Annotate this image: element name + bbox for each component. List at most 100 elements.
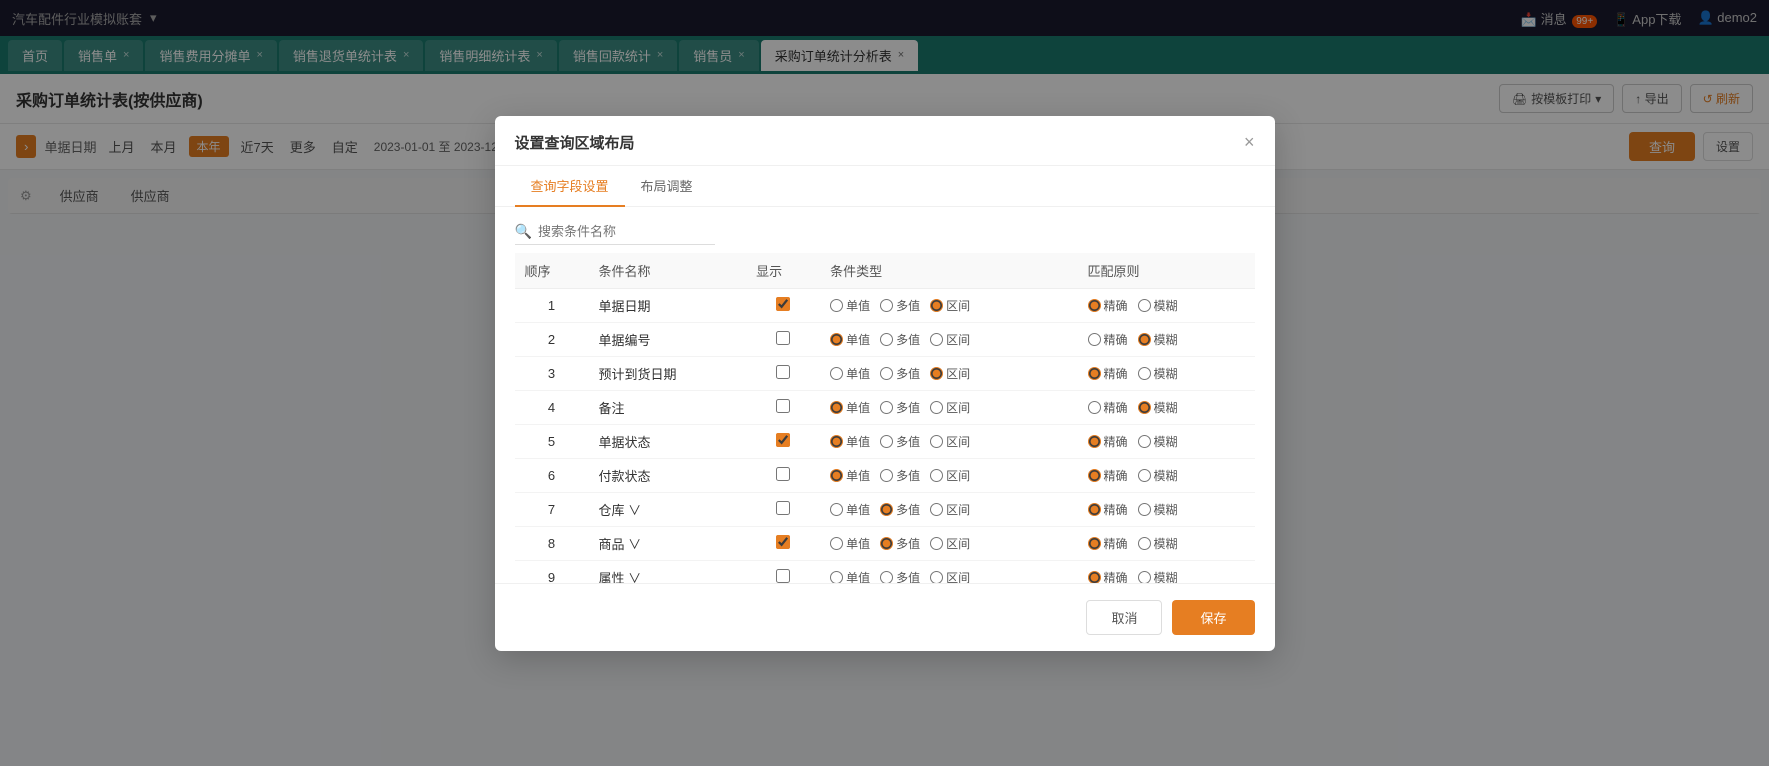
type-radio-multi-8[interactable]: 多值 <box>880 535 920 552</box>
type-radio-range-2[interactable]: 区间 <box>930 331 970 348</box>
display-checkbox-4[interactable] <box>776 399 790 413</box>
match-radio-exact-5[interactable]: 精确 <box>1088 433 1128 450</box>
type-radio-single-6[interactable]: 单值 <box>830 467 870 484</box>
search-input-wrap: 🔍 <box>515 219 715 245</box>
type-radio-single-7[interactable]: 单值 <box>830 501 870 518</box>
row-display-8[interactable] <box>746 526 820 560</box>
row-order-5: 5 <box>515 424 589 458</box>
display-checkbox-1[interactable] <box>776 297 790 311</box>
row-display-1[interactable] <box>746 288 820 322</box>
row-display-2[interactable] <box>746 322 820 356</box>
row-order-6: 6 <box>515 458 589 492</box>
row-name-4: 备注 <box>589 390 747 424</box>
type-radio-multi-9[interactable]: 多值 <box>880 569 920 583</box>
row-name-9: 属性 ∨ <box>589 560 747 583</box>
row-display-5[interactable] <box>746 424 820 458</box>
type-radio-multi-6[interactable]: 多值 <box>880 467 920 484</box>
type-radio-multi-2[interactable]: 多值 <box>880 331 920 348</box>
row-match-7: 精确模糊 <box>1078 492 1255 526</box>
tab-layout-adjust[interactable]: 布局调整 <box>625 166 709 207</box>
row-match-4: 精确模糊 <box>1078 390 1255 424</box>
table-row: 3预计到货日期单值多值区间精确模糊 <box>515 356 1255 390</box>
table-row: 2单据编号单值多值区间精确模糊 <box>515 322 1255 356</box>
modal-table-scroll[interactable]: 顺序 条件名称 显示 条件类型 匹配原则 1单据日期单值多值区间精确模糊2单据编… <box>515 253 1255 583</box>
row-match-1: 精确模糊 <box>1078 288 1255 322</box>
display-checkbox-9[interactable] <box>776 569 790 583</box>
row-display-3[interactable] <box>746 356 820 390</box>
row-display-7[interactable] <box>746 492 820 526</box>
row-type-1: 单值多值区间 <box>820 288 1077 322</box>
type-radio-multi-3[interactable]: 多值 <box>880 365 920 382</box>
match-radio-fuzzy-5[interactable]: 模糊 <box>1138 433 1178 450</box>
match-radio-exact-6[interactable]: 精确 <box>1088 467 1128 484</box>
settings-modal: 设置查询区域布局 × 查询字段设置 布局调整 🔍 <box>495 116 1275 651</box>
match-radio-fuzzy-1[interactable]: 模糊 <box>1138 297 1178 314</box>
type-radio-single-1[interactable]: 单值 <box>830 297 870 314</box>
cancel-button[interactable]: 取消 <box>1086 600 1162 635</box>
row-type-4: 单值多值区间 <box>820 390 1077 424</box>
search-input[interactable] <box>538 224 698 239</box>
type-radio-range-9[interactable]: 区间 <box>930 569 970 583</box>
match-radio-fuzzy-9[interactable]: 模糊 <box>1138 569 1178 583</box>
type-radio-single-9[interactable]: 单值 <box>830 569 870 583</box>
row-match-5: 精确模糊 <box>1078 424 1255 458</box>
modal-close-button[interactable]: × <box>1244 133 1255 151</box>
type-radio-range-5[interactable]: 区间 <box>930 433 970 450</box>
col-header-name: 条件名称 <box>589 253 747 289</box>
modal-data-table: 顺序 条件名称 显示 条件类型 匹配原则 1单据日期单值多值区间精确模糊2单据编… <box>515 253 1255 583</box>
match-radio-fuzzy-7[interactable]: 模糊 <box>1138 501 1178 518</box>
match-radio-fuzzy-6[interactable]: 模糊 <box>1138 467 1178 484</box>
row-order-9: 9 <box>515 560 589 583</box>
type-radio-range-4[interactable]: 区间 <box>930 399 970 416</box>
type-radio-multi-1[interactable]: 多值 <box>880 297 920 314</box>
match-radio-exact-4[interactable]: 精确 <box>1088 399 1128 416</box>
modal-title: 设置查询区域布局 <box>515 132 635 153</box>
row-display-9[interactable] <box>746 560 820 583</box>
display-checkbox-3[interactable] <box>776 365 790 379</box>
match-radio-fuzzy-8[interactable]: 模糊 <box>1138 535 1178 552</box>
display-checkbox-5[interactable] <box>776 433 790 447</box>
table-row: 5单据状态单值多值区间精确模糊 <box>515 424 1255 458</box>
row-match-3: 精确模糊 <box>1078 356 1255 390</box>
type-radio-multi-4[interactable]: 多值 <box>880 399 920 416</box>
type-radio-range-8[interactable]: 区间 <box>930 535 970 552</box>
modal-search-area: 🔍 <box>495 207 1275 253</box>
col-header-order: 顺序 <box>515 253 589 289</box>
type-radio-multi-5[interactable]: 多值 <box>880 433 920 450</box>
match-radio-exact-3[interactable]: 精确 <box>1088 365 1128 382</box>
type-radio-range-7[interactable]: 区间 <box>930 501 970 518</box>
display-checkbox-2[interactable] <box>776 331 790 345</box>
tab-query-fields[interactable]: 查询字段设置 <box>515 166 625 207</box>
type-radio-single-3[interactable]: 单值 <box>830 365 870 382</box>
row-type-8: 单值多值区间 <box>820 526 1077 560</box>
row-display-4[interactable] <box>746 390 820 424</box>
row-order-4: 4 <box>515 390 589 424</box>
match-radio-fuzzy-4[interactable]: 模糊 <box>1138 399 1178 416</box>
modal-tabs: 查询字段设置 布局调整 <box>495 166 1275 207</box>
match-radio-fuzzy-3[interactable]: 模糊 <box>1138 365 1178 382</box>
row-display-6[interactable] <box>746 458 820 492</box>
match-radio-exact-8[interactable]: 精确 <box>1088 535 1128 552</box>
row-name-6: 付款状态 <box>589 458 747 492</box>
row-type-6: 单值多值区间 <box>820 458 1077 492</box>
type-radio-range-1[interactable]: 区间 <box>930 297 970 314</box>
match-radio-exact-7[interactable]: 精确 <box>1088 501 1128 518</box>
display-checkbox-8[interactable] <box>776 535 790 549</box>
row-type-2: 单值多值区间 <box>820 322 1077 356</box>
type-radio-single-4[interactable]: 单值 <box>830 399 870 416</box>
match-radio-fuzzy-2[interactable]: 模糊 <box>1138 331 1178 348</box>
type-radio-multi-7[interactable]: 多值 <box>880 501 920 518</box>
match-radio-exact-9[interactable]: 精确 <box>1088 569 1128 583</box>
display-checkbox-6[interactable] <box>776 467 790 481</box>
type-radio-single-8[interactable]: 单值 <box>830 535 870 552</box>
modal-footer: 取消 保存 <box>495 583 1275 651</box>
type-radio-range-3[interactable]: 区间 <box>930 365 970 382</box>
type-radio-range-6[interactable]: 区间 <box>930 467 970 484</box>
save-button[interactable]: 保存 <box>1172 600 1254 635</box>
display-checkbox-7[interactable] <box>776 501 790 515</box>
match-radio-exact-1[interactable]: 精确 <box>1088 297 1128 314</box>
type-radio-single-5[interactable]: 单值 <box>830 433 870 450</box>
match-radio-exact-2[interactable]: 精确 <box>1088 331 1128 348</box>
type-radio-single-2[interactable]: 单值 <box>830 331 870 348</box>
row-type-3: 单值多值区间 <box>820 356 1077 390</box>
